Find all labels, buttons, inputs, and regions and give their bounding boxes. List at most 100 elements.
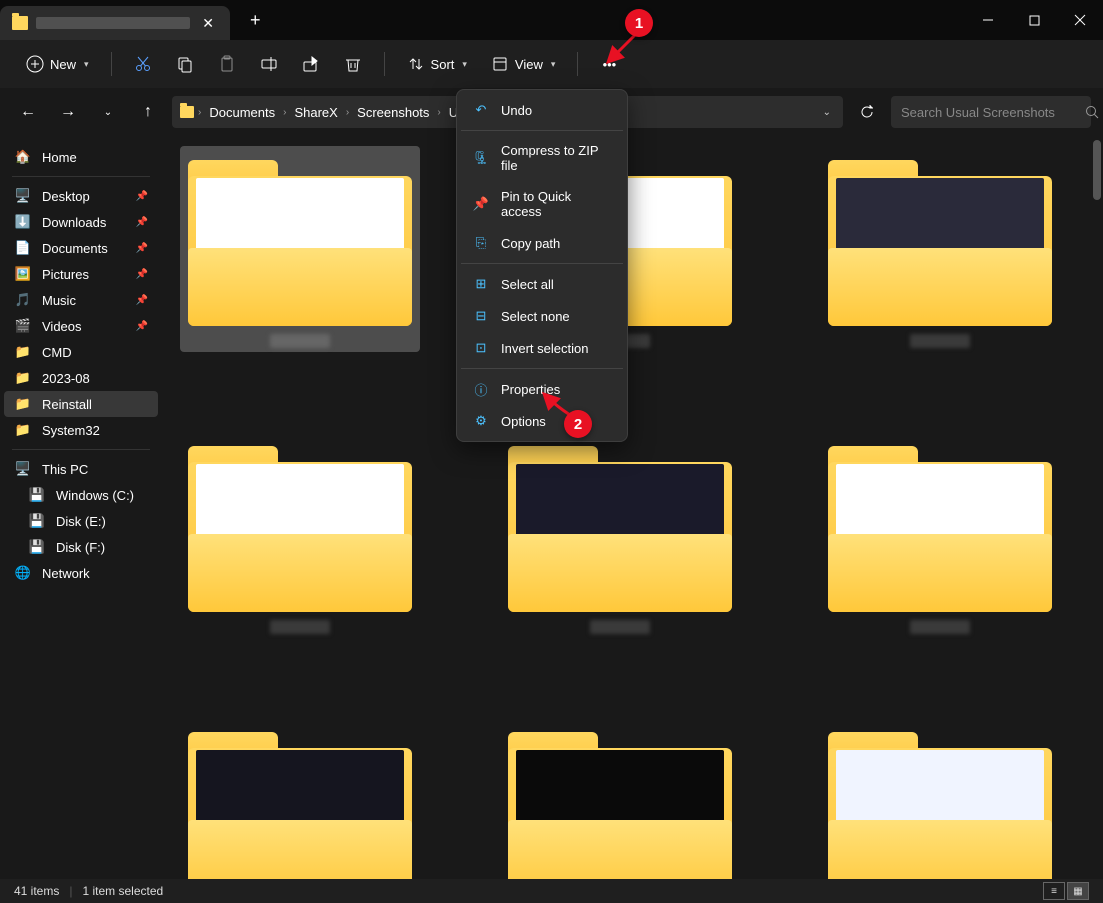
properties-icon: ⓘ (473, 381, 489, 397)
download-icon: ⬇️ (14, 214, 32, 230)
menu-undo[interactable]: ↶Undo (461, 94, 623, 126)
folder-thumbnail (508, 722, 732, 879)
pin-icon: 📌 (136, 269, 148, 280)
forward-button[interactable]: → (52, 96, 84, 128)
drive-icon: 💾 (28, 539, 46, 555)
folder-item[interactable] (820, 432, 1060, 638)
scrollbar[interactable] (1093, 140, 1101, 200)
statusbar: 41 items | 1 item selected ≡ ▦ (0, 879, 1103, 903)
cut-button[interactable] (124, 49, 162, 79)
pin-icon: 📌 (136, 243, 148, 254)
search-icon[interactable] (1085, 105, 1099, 119)
folder-icon (180, 106, 194, 118)
menu-copy-path[interactable]: ⎘Copy path (461, 227, 623, 259)
sidebar-thispc[interactable]: 🖥️This PC (4, 456, 158, 482)
view-button[interactable]: View ▾ (481, 49, 565, 79)
folder-item[interactable] (180, 718, 420, 879)
sidebar-drive[interactable]: 💾Disk (E:) (4, 508, 158, 534)
tab-title (36, 17, 190, 29)
sidebar-network[interactable]: 🌐Network (4, 560, 158, 586)
pin-icon: 📌 (136, 191, 148, 202)
item-label (270, 334, 330, 348)
folder-item[interactable] (500, 718, 740, 879)
home-icon: 🏠 (14, 149, 32, 165)
refresh-button[interactable] (851, 96, 883, 128)
folder-item[interactable] (820, 718, 1060, 879)
menu-select-none[interactable]: ⊟Select none (461, 300, 623, 332)
minimize-button[interactable] (965, 0, 1011, 40)
rename-icon (260, 55, 278, 73)
folder-icon: 📁 (14, 422, 32, 438)
selectall-icon: ⊞ (473, 276, 489, 292)
sort-button[interactable]: Sort ▾ (397, 49, 477, 79)
pc-icon: 🖥️ (14, 461, 32, 477)
sidebar-item-reinstall[interactable]: 📁Reinstall (4, 391, 158, 417)
close-button[interactable] (1057, 0, 1103, 40)
copy-icon (176, 55, 194, 73)
folder-thumbnail (828, 436, 1052, 612)
sidebar: 🏠Home 🖥️Desktop📌⬇️Downloads📌📄Documents📌🖼… (0, 136, 162, 879)
search-box[interactable] (891, 96, 1091, 128)
folder-item[interactable] (180, 146, 420, 352)
folder-thumbnail (188, 722, 412, 879)
sidebar-item-pictures[interactable]: 🖼️Pictures📌 (4, 261, 158, 287)
chevron-down-icon: ▾ (462, 59, 467, 70)
details-view-button[interactable]: ≡ (1043, 882, 1065, 900)
back-button[interactable]: ← (12, 96, 44, 128)
address-dropdown[interactable]: ⌄ (819, 103, 835, 122)
sidebar-drive[interactable]: 💾Windows (C:) (4, 482, 158, 508)
sidebar-item-2023-08[interactable]: 📁2023-08 (4, 365, 158, 391)
thumbnail-view-button[interactable]: ▦ (1067, 882, 1089, 900)
copy-button[interactable] (166, 49, 204, 79)
breadcrumb-segment[interactable]: Documents (205, 103, 279, 122)
delete-button[interactable] (334, 49, 372, 79)
sidebar-drive[interactable]: 💾Disk (F:) (4, 534, 158, 560)
folder-item[interactable] (500, 432, 740, 638)
close-tab-icon[interactable]: ✕ (198, 15, 218, 32)
sidebar-item-music[interactable]: 🎵Music📌 (4, 287, 158, 313)
folder-item[interactable] (820, 146, 1060, 352)
breadcrumb-segment[interactable]: Screenshots (353, 103, 433, 122)
sidebar-item-system32[interactable]: 📁System32 (4, 417, 158, 443)
zip-icon: 🗜 (473, 150, 489, 166)
separator (384, 52, 385, 76)
breadcrumb-segment[interactable]: ShareX (290, 103, 341, 122)
selectnone-icon: ⊟ (473, 308, 489, 324)
sidebar-item-cmd[interactable]: 📁CMD (4, 339, 158, 365)
sort-icon (407, 55, 425, 73)
new-button[interactable]: New ▾ (16, 49, 99, 79)
pin-icon: 📌 (136, 321, 148, 332)
menu-pin-to-quick-access[interactable]: 📌Pin to Quick access (461, 181, 623, 227)
toolbar: New ▾ Sort ▾ View ▾ ••• (0, 40, 1103, 88)
new-tab-button[interactable]: + (230, 10, 281, 31)
invert-icon: ⊡ (473, 340, 489, 356)
folder-icon: 📁 (14, 396, 32, 412)
share-button[interactable] (292, 49, 330, 79)
folder-item[interactable] (180, 432, 420, 638)
search-input[interactable] (901, 105, 1077, 120)
folder-icon: 📁 (14, 344, 32, 360)
sidebar-item-downloads[interactable]: ⬇️Downloads📌 (4, 209, 158, 235)
new-label: New (50, 57, 76, 72)
menu-select-all[interactable]: ⊞Select all (461, 268, 623, 300)
up-button[interactable]: ↑ (132, 96, 164, 128)
menu-compress-to-zip-file[interactable]: 🗜Compress to ZIP file (461, 135, 623, 181)
recent-button[interactable]: ⌄ (92, 96, 124, 128)
chevron-right-icon: › (437, 107, 440, 118)
sidebar-item-documents[interactable]: 📄Documents📌 (4, 235, 158, 261)
menu-separator (461, 130, 623, 131)
sidebar-item-videos[interactable]: 🎬Videos📌 (4, 313, 158, 339)
options-icon: ⚙ (473, 413, 489, 429)
separator: | (69, 884, 72, 898)
sidebar-item-desktop[interactable]: 🖥️Desktop📌 (4, 183, 158, 209)
window-controls (965, 0, 1103, 40)
sidebar-home[interactable]: 🏠Home (4, 144, 158, 170)
maximize-button[interactable] (1011, 0, 1057, 40)
annotation-2: 2 (564, 410, 592, 438)
menu-invert-selection[interactable]: ⊡Invert selection (461, 332, 623, 364)
active-tab[interactable]: ✕ (0, 6, 230, 40)
folder-thumbnail (188, 150, 412, 326)
rename-button[interactable] (250, 49, 288, 79)
content-pane[interactable] (162, 136, 1103, 879)
paste-button[interactable] (208, 49, 246, 79)
